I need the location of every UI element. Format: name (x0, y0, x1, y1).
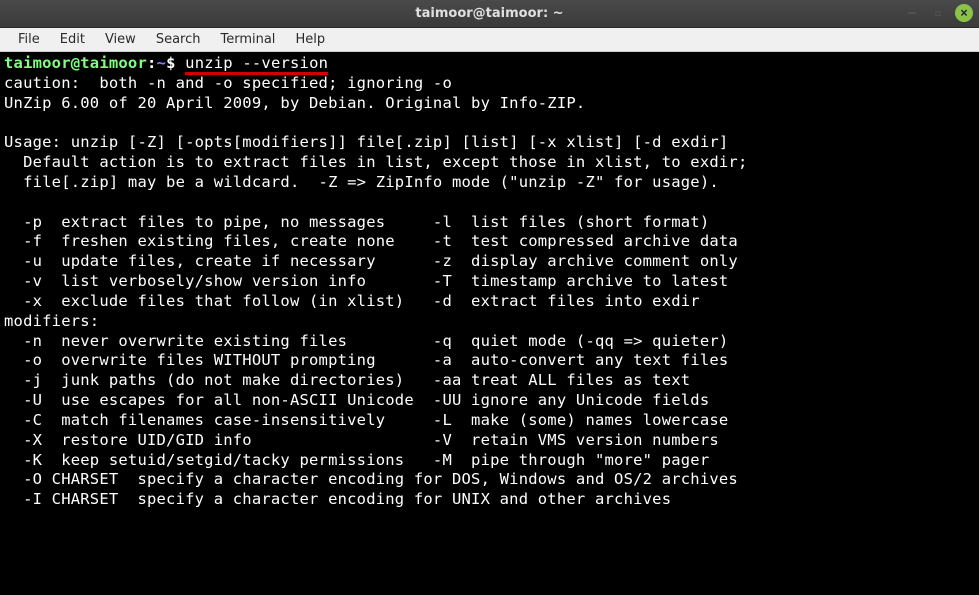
titlebar: taimoor@taimoor: ~ — ▫ × (0, 0, 979, 28)
menu-edit[interactable]: Edit (50, 30, 95, 49)
command-text: unzip --version (185, 54, 328, 75)
menu-file[interactable]: File (8, 30, 50, 49)
menu-view[interactable]: View (95, 30, 146, 49)
output-line: Default action is to extract files in li… (4, 153, 747, 171)
maximize-button[interactable]: ▫ (929, 4, 947, 22)
output-line: -n never overwrite existing files -q qui… (4, 332, 728, 350)
output-line: -v list verbosely/show version info -T t… (4, 272, 728, 290)
output-line: -p extract files to pipe, no messages -l… (4, 213, 709, 231)
minimize-button[interactable]: — (903, 4, 921, 22)
output-line: -u update files, create if necessary -z … (4, 252, 738, 270)
window-controls: — ▫ × (903, 4, 973, 22)
output-line: caution: both -n and -o specified; ignor… (4, 74, 452, 92)
output-line: -C match filenames case-insensitively -L… (4, 411, 728, 429)
menu-terminal[interactable]: Terminal (210, 30, 285, 49)
prompt-user-host: taimoor@taimoor (4, 54, 147, 72)
menu-search[interactable]: Search (146, 30, 211, 49)
prompt-colon: : (147, 54, 157, 72)
output-line: -x exclude files that follow (in xlist) … (4, 292, 700, 310)
menu-help[interactable]: Help (285, 30, 335, 49)
output-line: -X restore UID/GID info -V retain VMS ve… (4, 431, 719, 449)
prompt-dollar: $ (166, 54, 185, 72)
output-line: -K keep setuid/setgid/tacky permissions … (4, 451, 709, 469)
output-line: UnZip 6.00 of 20 April 2009, by Debian. … (4, 94, 585, 112)
output-line: -I CHARSET specify a character encoding … (4, 490, 671, 508)
window-title: taimoor@taimoor: ~ (415, 6, 563, 21)
output-line: modifiers: (4, 312, 99, 330)
output-line: -f freshen existing files, create none -… (4, 232, 738, 250)
terminal-output[interactable]: taimoor@taimoor:~$ unzip --version cauti… (0, 52, 979, 595)
output-line: -j junk paths (do not make directories) … (4, 371, 690, 389)
menubar: File Edit View Search Terminal Help (0, 28, 979, 52)
output-line: -o overwrite files WITHOUT prompting -a … (4, 351, 728, 369)
close-button[interactable]: × (955, 4, 973, 22)
output-line: -U use escapes for all non-ASCII Unicode… (4, 391, 709, 409)
prompt-path: ~ (157, 54, 167, 72)
output-line: file[.zip] may be a wildcard. -Z => ZipI… (4, 173, 719, 191)
output-line: Usage: unzip [-Z] [-opts[modifiers]] fil… (4, 133, 728, 151)
output-line: -O CHARSET specify a character encoding … (4, 470, 738, 488)
